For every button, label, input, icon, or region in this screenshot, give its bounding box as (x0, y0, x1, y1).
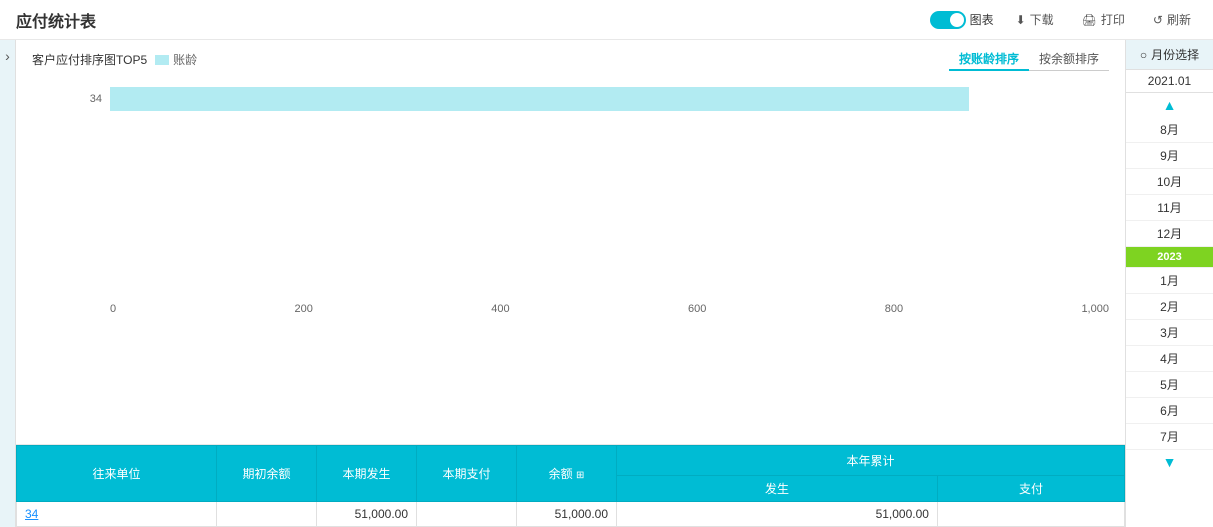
x-tick-1000: 1,000 (1081, 303, 1109, 315)
sidebar-year-label: 2021.01 (1126, 70, 1213, 93)
chart-sort-buttons: 按账龄排序 按余额排序 (949, 48, 1109, 71)
month-item-3[interactable]: 3月 (1126, 320, 1213, 346)
table-section: 往来单位 期初余额 本期发生 本期支付 余额 ⊞ 本年累计 发生 (16, 444, 1125, 527)
table-header-row: 往来单位 期初余额 本期发生 本期支付 余额 ⊞ 本年累计 (17, 446, 1125, 476)
month-item-10[interactable]: 10月 (1126, 169, 1213, 195)
month-item-5[interactable]: 5月 (1126, 372, 1213, 398)
cell-benqi-zhifu (417, 502, 517, 527)
x-tick-400: 400 (491, 303, 509, 315)
sidebar-scroll[interactable]: ▲ 8月 9月 10月 11月 12月 2023 1月 2月 3月 4月 5月 … (1126, 93, 1213, 527)
month-item-7[interactable]: 7月 (1126, 424, 1213, 450)
month-item-11[interactable]: 11月 (1126, 195, 1213, 221)
bar-chart-area: 34 856天 0 200 400 600 800 (32, 79, 1109, 339)
download-icon: ⬇ (1016, 13, 1026, 27)
toggle-knob (950, 13, 964, 27)
print-icon: 🖨 (1082, 13, 1097, 27)
chart-section: 客户应付排序图TOP5 账龄 按账龄排序 按余额排序 (16, 40, 1125, 444)
month-item-4[interactable]: 4月 (1126, 346, 1213, 372)
scroll-up-arrow[interactable]: ▲ (1126, 93, 1213, 117)
col-subheader-zhifu: 支付 (937, 476, 1124, 502)
print-button[interactable]: 🖨 打印 (1076, 9, 1131, 30)
left-panel: 客户应付排序图TOP5 账龄 按账龄排序 按余额排序 (16, 40, 1125, 527)
page-header: 应付统计表 图表 ⬇ 下载 🖨 打印 ↺ 刷新 (0, 0, 1213, 40)
yue-icon: ⊞ (576, 470, 584, 481)
cell-benjian-zhifu (937, 502, 1124, 527)
chart-toggle[interactable] (930, 11, 966, 29)
legend-label: 账龄 (173, 51, 197, 68)
col-header-laiwan: 往来单位 (17, 446, 217, 502)
x-tick-800: 800 (885, 303, 903, 315)
download-button[interactable]: ⬇ 下载 (1010, 9, 1060, 30)
chart-bars: 34 856天 (72, 79, 1109, 299)
sidebar-collapse-toggle[interactable]: › (0, 40, 16, 527)
month-item-1[interactable]: 1月 (1126, 268, 1213, 294)
chart-toggle-wrap[interactable]: 图表 (930, 11, 994, 29)
legend-item: 账龄 (155, 51, 197, 68)
right-sidebar: ○ 月份选择 2021.01 ▲ 8月 9月 10月 11月 12月 2023 … (1125, 40, 1213, 527)
chevron-right-icon: › (5, 48, 10, 64)
sort-by-balance-btn[interactable]: 按余额排序 (1029, 48, 1109, 71)
sidebar-header: ○ 月份选择 (1126, 40, 1213, 70)
month-item-8[interactable]: 8月 (1126, 117, 1213, 143)
col-header-benqi-zhifu: 本期支付 (417, 446, 517, 502)
cell-laiwan[interactable]: 34 (17, 502, 217, 527)
col-header-yue: 余额 ⊞ (517, 446, 617, 502)
chart-legend-title: 客户应付排序图TOP5 (32, 51, 147, 68)
chart-header: 客户应付排序图TOP5 账龄 按账龄排序 按余额排序 (32, 48, 1109, 71)
col-header-benjian: 本年累计 (617, 446, 1125, 476)
data-table: 往来单位 期初余额 本期发生 本期支付 余额 ⊞ 本年累计 发生 (16, 445, 1125, 527)
main-content: › 客户应付排序图TOP5 账龄 按账龄排序 按余额排序 (0, 40, 1213, 527)
scroll-down-arrow[interactable]: ▼ (1126, 450, 1213, 474)
cell-qichu (217, 502, 317, 527)
chart-toggle-label: 图表 (970, 11, 994, 28)
cell-benqi-fasheng: 51,000.00 (317, 502, 417, 527)
col-subheader-fasheng: 发生 (617, 476, 938, 502)
bar-row: 34 856天 (72, 79, 1109, 119)
table-body: 34 51,000.00 51,000.00 51,000.00 (17, 502, 1125, 527)
cell-benjian-fasheng: 51,000.00 (617, 502, 938, 527)
col-header-qichu: 期初余额 (217, 446, 317, 502)
legend-color-box (155, 55, 169, 65)
chart-legend: 客户应付排序图TOP5 账龄 (32, 51, 197, 68)
page-title: 应付统计表 (16, 8, 96, 32)
month-item-2[interactable]: 2月 (1126, 294, 1213, 320)
header-actions: 图表 ⬇ 下载 🖨 打印 ↺ 刷新 (930, 9, 1197, 30)
month-item-12[interactable]: 12月 (1126, 221, 1213, 247)
x-tick-600: 600 (688, 303, 706, 315)
x-tick-200: 200 (295, 303, 313, 315)
year-2023-label: 2023 (1126, 247, 1213, 268)
month-item-6[interactable]: 6月 (1126, 398, 1213, 424)
sort-by-amount-btn[interactable]: 按账龄排序 (949, 48, 1029, 71)
x-axis: 0 200 400 600 800 1,000 (72, 303, 1109, 315)
bar (110, 87, 969, 111)
cell-yue: 51,000.00 (517, 502, 617, 527)
table-row: 34 51,000.00 51,000.00 51,000.00 (17, 502, 1125, 527)
col-header-benqi-fasheng: 本期发生 (317, 446, 417, 502)
month-item-9[interactable]: 9月 (1126, 143, 1213, 169)
bar-label: 34 (72, 93, 102, 105)
calendar-icon: ○ (1140, 48, 1147, 62)
bar-wrap: 856天 (110, 87, 1109, 111)
x-tick-0: 0 (110, 303, 116, 315)
refresh-button[interactable]: ↺ 刷新 (1147, 9, 1197, 30)
refresh-icon: ↺ (1153, 13, 1163, 27)
